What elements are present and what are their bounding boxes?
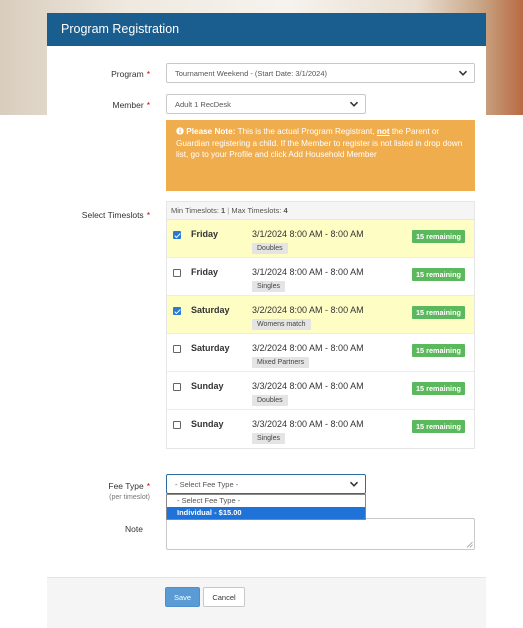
note-textarea[interactable] [166, 518, 475, 550]
remaining-badge: 15 remaining [411, 420, 465, 433]
timeslot-datetime: 3/2/2024 8:00 AM - 8:00 AM [252, 343, 364, 353]
timeslot-day: Friday [191, 229, 219, 239]
fee-type-label: Fee Type * [108, 481, 150, 491]
timeslot-day: Sunday [191, 419, 224, 429]
min-timeslots-value: 1 [221, 206, 226, 215]
timeslot-checkbox[interactable] [173, 231, 181, 239]
required-asterisk: * [146, 481, 150, 491]
background-left [0, 115, 47, 628]
form-footer: Save Cancel [47, 577, 486, 628]
member-select[interactable]: Adult 1 RecDesk [166, 94, 366, 114]
remaining-badge: 15 remaining [411, 268, 465, 281]
timeslot-checkbox[interactable] [173, 383, 181, 391]
timeslot-tag: Doubles [252, 395, 288, 406]
timeslots-limits: Min Timeslots: 1 | Max Timeslots: 4 [167, 202, 474, 220]
timeslot-day: Saturday [191, 343, 230, 353]
timeslot-day: Sunday [191, 381, 224, 391]
timeslot-row[interactable]: Sunday 3/3/2024 8:00 AM - 8:00 AM Double… [167, 372, 474, 410]
member-label: Member * [112, 100, 151, 110]
timeslot-datetime: 3/1/2024 8:00 AM - 8:00 AM [252, 267, 364, 277]
timeslot-row[interactable]: Saturday 3/2/2024 8:00 AM - 8:00 AM Wome… [167, 296, 474, 334]
fee-type-select[interactable]: - Select Fee Type - [166, 474, 366, 494]
timeslot-tag: Womens match [252, 319, 311, 330]
timeslot-row[interactable]: Friday 3/1/2024 8:00 AM - 8:00 AM Double… [167, 220, 474, 258]
save-button[interactable]: Save [165, 587, 200, 607]
note-label: Note [125, 524, 143, 534]
required-asterisk: * [146, 69, 150, 79]
timeslot-tag: Doubles [252, 243, 288, 254]
timeslot-datetime: 3/3/2024 8:00 AM - 8:00 AM [252, 381, 364, 391]
timeslot-checkbox[interactable] [173, 307, 181, 315]
timeslot-tag: Mixed Partners [252, 357, 310, 368]
fee-type-dropdown: - Select Fee Type - Individual - $15.00 [166, 494, 366, 520]
timeslot-day: Friday [191, 267, 219, 277]
fee-type-option-individual[interactable]: Individual - $15.00 [167, 507, 365, 519]
program-select[interactable]: Tournament Weekend - (Start Date: 3/1/20… [166, 63, 475, 83]
chevron-down-icon [349, 481, 359, 487]
timeslot-row[interactable]: Sunday 3/3/2024 8:00 AM - 8:00 AM Single… [167, 410, 474, 448]
fee-type-select-value: - Select Fee Type - [175, 480, 239, 489]
timeslot-checkbox[interactable] [173, 421, 181, 429]
registrant-notice: Please Note: This is the actual Program … [166, 120, 475, 191]
timeslot-datetime: 3/1/2024 8:00 AM - 8:00 AM [252, 229, 364, 239]
cancel-button[interactable]: Cancel [203, 587, 245, 607]
timeslot-row[interactable]: Saturday 3/2/2024 8:00 AM - 8:00 AM Mixe… [167, 334, 474, 372]
timeslots-table: Min Timeslots: 1 | Max Timeslots: 4 Frid… [166, 201, 475, 449]
info-circle-icon [176, 127, 184, 135]
program-select-value: Tournament Weekend - (Start Date: 3/1/20… [175, 69, 328, 78]
remaining-badge: 15 remaining [411, 230, 465, 243]
required-asterisk: * [146, 100, 150, 110]
max-timeslots-value: 4 [283, 206, 288, 215]
remaining-badge: 15 remaining [411, 344, 465, 357]
member-select-value: Adult 1 RecDesk [175, 100, 231, 109]
timeslot-row[interactable]: Friday 3/1/2024 8:00 AM - 8:00 AM Single… [167, 258, 474, 296]
fee-type-sublabel: (per timeslot) [109, 494, 150, 501]
notice-text-1: This is the actual Program Registrant, [235, 127, 377, 136]
program-label: Program * [111, 69, 150, 79]
timeslot-tag: Singles [252, 433, 285, 444]
panel-header: Program Registration [47, 13, 486, 46]
timeslot-checkbox[interactable] [173, 345, 181, 353]
timeslot-checkbox[interactable] [173, 269, 181, 277]
timeslots-label: Select Timeslots * [81, 210, 150, 220]
remaining-badge: 15 remaining [411, 306, 465, 319]
notice-emphasis: not [376, 127, 390, 136]
timeslot-day: Saturday [191, 305, 230, 315]
required-asterisk: * [146, 210, 150, 220]
timeslot-datetime: 3/2/2024 8:00 AM - 8:00 AM [252, 305, 364, 315]
chevron-down-icon [349, 101, 359, 107]
panel-title: Program Registration [61, 22, 180, 36]
chevron-down-icon [458, 70, 468, 76]
timeslot-tag: Singles [252, 281, 285, 292]
registration-panel: Program Registration Program * Tournament… [47, 13, 486, 628]
timeslot-datetime: 3/3/2024 8:00 AM - 8:00 AM [252, 419, 364, 429]
notice-lead: Please Note: [186, 127, 236, 136]
remaining-badge: 15 remaining [411, 382, 465, 395]
resize-grip-icon[interactable] [466, 541, 473, 548]
fee-type-option[interactable]: - Select Fee Type - [167, 495, 365, 507]
